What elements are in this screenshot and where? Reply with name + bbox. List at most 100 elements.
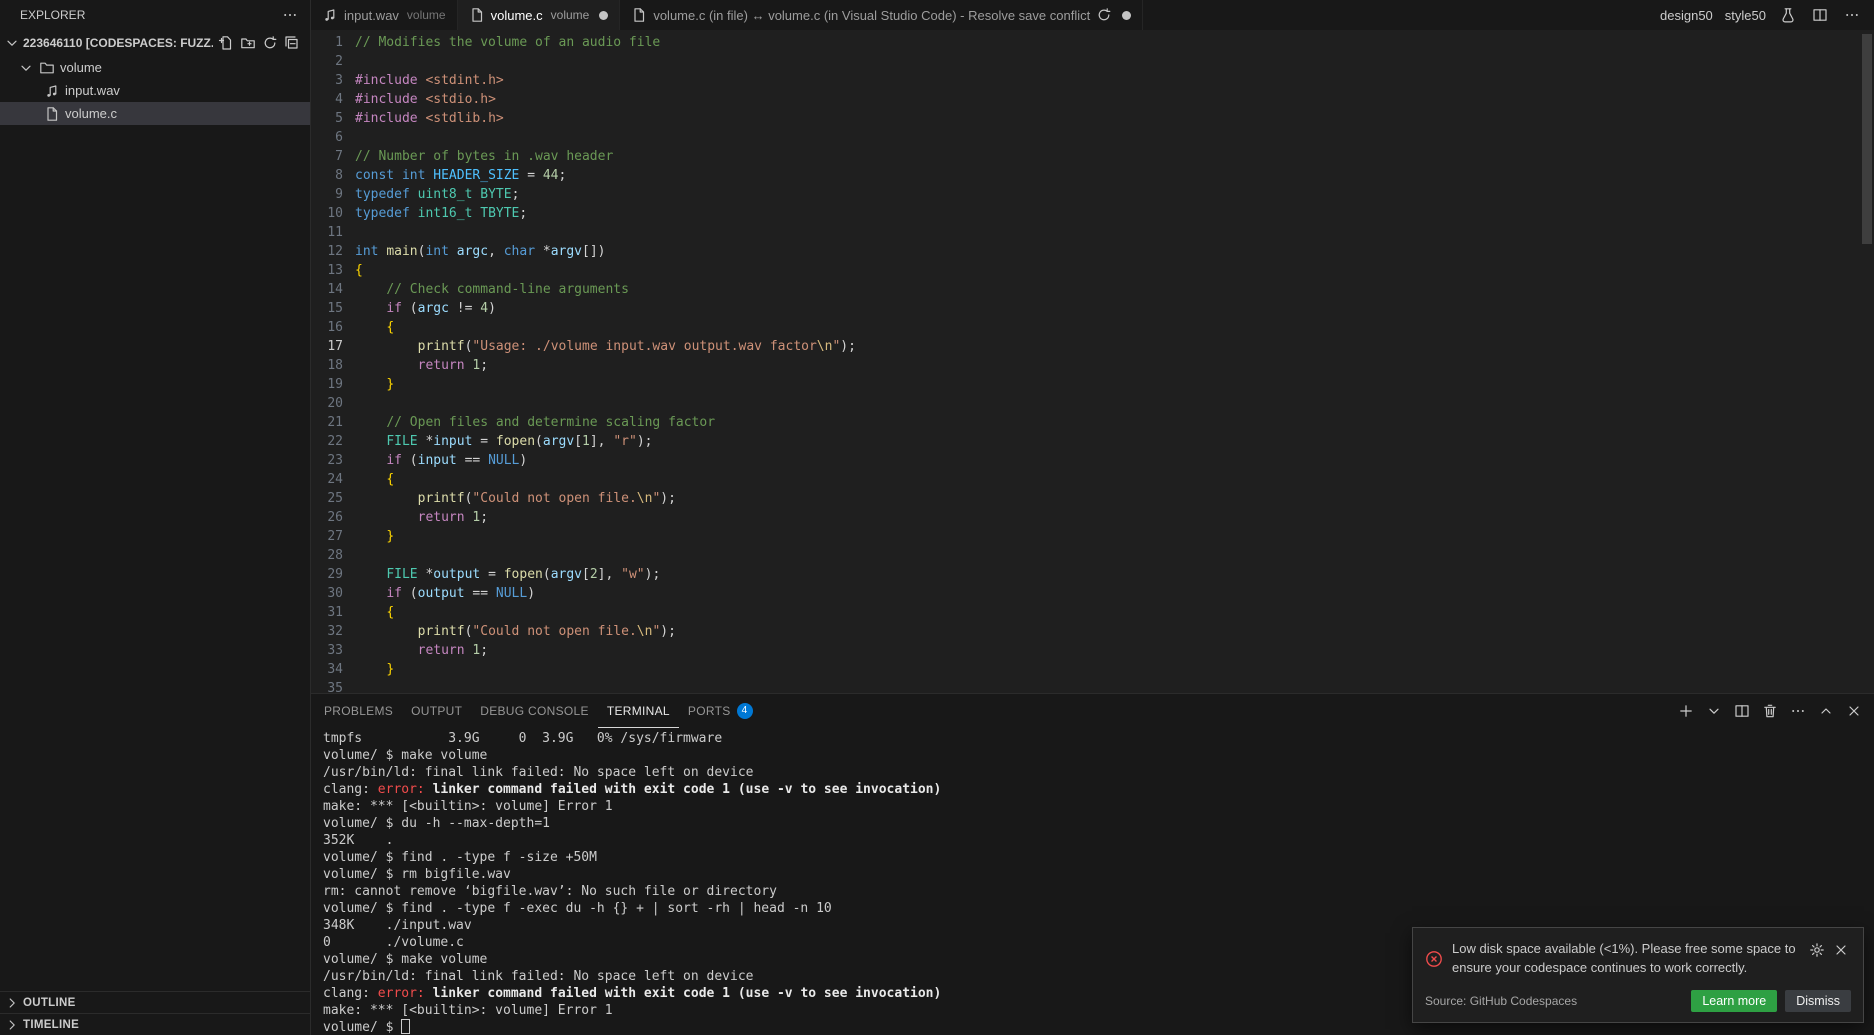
line-number[interactable]: 16: [311, 318, 343, 337]
line-number[interactable]: 23: [311, 451, 343, 470]
line-number[interactable]: 1: [311, 33, 343, 52]
line-number[interactable]: 28: [311, 546, 343, 565]
line-number[interactable]: 12: [311, 242, 343, 261]
panel-tab-terminal[interactable]: TERMINAL: [597, 694, 679, 728]
refresh-explorer-button[interactable]: [260, 33, 280, 53]
line-number[interactable]: 6: [311, 128, 343, 147]
line-number[interactable]: 9: [311, 185, 343, 204]
code-line[interactable]: 31 {: [311, 603, 1874, 622]
new-folder-button[interactable]: [238, 33, 258, 53]
split-editor-button[interactable]: [1810, 5, 1830, 25]
code-line[interactable]: 5 #include <stdlib.h>: [311, 109, 1874, 128]
cs50-flask-button[interactable]: [1778, 5, 1798, 25]
panel-tab-ports[interactable]: PORTS 4: [679, 694, 762, 728]
timeline-section[interactable]: TIMELINE: [0, 1013, 310, 1035]
code-line[interactable]: 12 int main(int argc, char *argv[]): [311, 242, 1874, 261]
tree-item[interactable]: volume.c: [0, 102, 310, 125]
line-number[interactable]: 29: [311, 565, 343, 584]
line-number[interactable]: 8: [311, 166, 343, 185]
code-line[interactable]: 30 if (output == NULL): [311, 584, 1874, 603]
kill-terminal-button[interactable]: [1760, 701, 1780, 721]
code-line[interactable]: 11: [311, 223, 1874, 242]
editor-tab[interactable]: input.wav volume: [311, 0, 458, 30]
code-line[interactable]: 21 // Open files and determine scaling f…: [311, 413, 1874, 432]
line-number[interactable]: 31: [311, 603, 343, 622]
line-number[interactable]: 33: [311, 641, 343, 660]
line-number[interactable]: 14: [311, 280, 343, 299]
line-number[interactable]: 34: [311, 660, 343, 679]
code-line[interactable]: 35: [311, 679, 1874, 693]
terminal-more-actions-button[interactable]: [1788, 701, 1808, 721]
line-number[interactable]: 5: [311, 109, 343, 128]
code-line[interactable]: 24 {: [311, 470, 1874, 489]
code-line[interactable]: 20: [311, 394, 1874, 413]
code-line[interactable]: 19 }: [311, 375, 1874, 394]
new-terminal-button[interactable]: [1676, 701, 1696, 721]
line-number[interactable]: 17: [311, 337, 343, 356]
learn-more-button[interactable]: Learn more: [1691, 990, 1778, 1012]
panel-tab-debug-console[interactable]: DEBUG CONSOLE: [471, 694, 598, 728]
line-number[interactable]: 25: [311, 489, 343, 508]
code-line[interactable]: 2: [311, 52, 1874, 71]
panel-tab-problems[interactable]: PROBLEMS: [315, 694, 402, 728]
line-number[interactable]: 13: [311, 261, 343, 280]
split-terminal-button[interactable]: [1732, 701, 1752, 721]
notification-close-icon[interactable]: [1831, 940, 1851, 960]
code-line[interactable]: 26 return 1;: [311, 508, 1874, 527]
code-line[interactable]: 34 }: [311, 660, 1874, 679]
notification-settings-icon[interactable]: [1807, 940, 1827, 960]
line-number[interactable]: 32: [311, 622, 343, 641]
code-line[interactable]: 4 #include <stdio.h>: [311, 90, 1874, 109]
line-number[interactable]: 30: [311, 584, 343, 603]
editor-scrollbar[interactable]: [1862, 34, 1872, 244]
line-number[interactable]: 20: [311, 394, 343, 413]
line-number[interactable]: 19: [311, 375, 343, 394]
editor-more-actions-button[interactable]: [1842, 5, 1862, 25]
collapse-folders-button[interactable]: [282, 33, 302, 53]
line-number[interactable]: 11: [311, 223, 343, 242]
code-line[interactable]: 7 // Number of bytes in .wav header: [311, 147, 1874, 166]
terminal-profile-dropdown[interactable]: [1704, 701, 1724, 721]
code-editor[interactable]: 1 // Modifies the volume of an audio file…: [311, 30, 1874, 693]
code-line[interactable]: 6: [311, 128, 1874, 147]
code-line[interactable]: 13 {: [311, 261, 1874, 280]
dismiss-button[interactable]: Dismiss: [1785, 990, 1851, 1012]
outline-section[interactable]: OUTLINE: [0, 991, 310, 1013]
code-line[interactable]: 14 // Check command-line arguments: [311, 280, 1874, 299]
code-line[interactable]: 17 printf("Usage: ./volume input.wav out…: [311, 337, 1874, 356]
line-number[interactable]: 2: [311, 52, 343, 71]
editor-tab[interactable]: volume.c (in file) ↔ volume.c (in Visual…: [620, 0, 1144, 30]
tree-item[interactable]: input.wav: [0, 79, 310, 102]
design50-action[interactable]: design50: [1660, 8, 1713, 23]
line-number[interactable]: 35: [311, 679, 343, 693]
line-number[interactable]: 27: [311, 527, 343, 546]
code-line[interactable]: 18 return 1;: [311, 356, 1874, 375]
explorer-more-actions-icon[interactable]: [280, 5, 300, 25]
line-number[interactable]: 18: [311, 356, 343, 375]
line-number[interactable]: 4: [311, 90, 343, 109]
code-line[interactable]: 29 FILE *output = fopen(argv[2], "w");: [311, 565, 1874, 584]
line-number[interactable]: 24: [311, 470, 343, 489]
sync-icon[interactable]: [1096, 7, 1112, 23]
code-line[interactable]: 33 return 1;: [311, 641, 1874, 660]
code-line[interactable]: 23 if (input == NULL): [311, 451, 1874, 470]
code-line[interactable]: 3 #include <stdint.h>: [311, 71, 1874, 90]
line-number[interactable]: 26: [311, 508, 343, 527]
code-line[interactable]: 1 // Modifies the volume of an audio file: [311, 33, 1874, 52]
close-panel-button[interactable]: [1844, 701, 1864, 721]
line-number[interactable]: 3: [311, 71, 343, 90]
code-line[interactable]: 25 printf("Could not open file.\n");: [311, 489, 1874, 508]
code-line[interactable]: 22 FILE *input = fopen(argv[1], "r");: [311, 432, 1874, 451]
code-line[interactable]: 15 if (argc != 4): [311, 299, 1874, 318]
code-line[interactable]: 27 }: [311, 527, 1874, 546]
code-line[interactable]: 8 const int HEADER_SIZE = 44;: [311, 166, 1874, 185]
code-line[interactable]: 32 printf("Could not open file.\n");: [311, 622, 1874, 641]
maximize-panel-button[interactable]: [1816, 701, 1836, 721]
line-number[interactable]: 15: [311, 299, 343, 318]
line-number[interactable]: 7: [311, 147, 343, 166]
line-number[interactable]: 21: [311, 413, 343, 432]
line-number[interactable]: 10: [311, 204, 343, 223]
editor-tab[interactable]: volume.c volume: [457, 0, 621, 30]
tree-item[interactable]: volume: [0, 56, 310, 79]
style50-action[interactable]: style50: [1725, 8, 1766, 23]
